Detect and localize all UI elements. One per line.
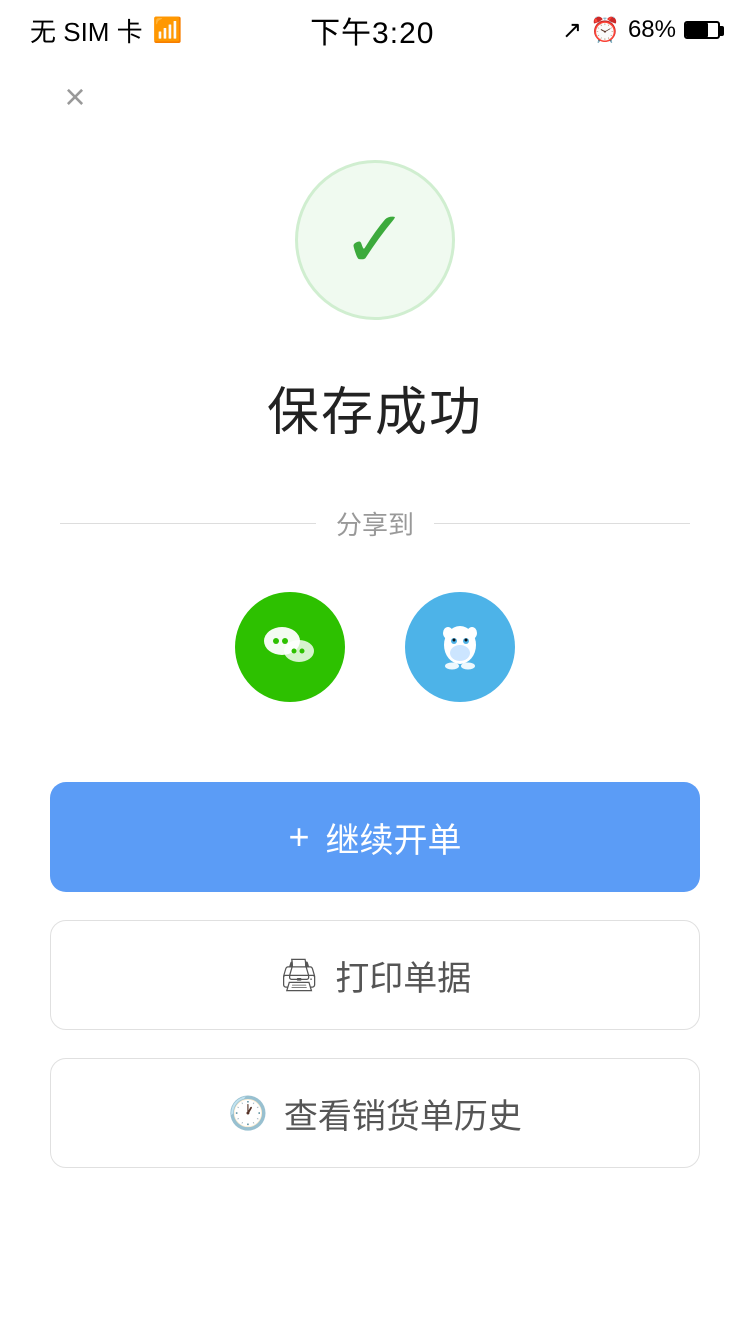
alarm-icon: ⏰: [590, 16, 620, 45]
checkmark-icon: ✓: [341, 200, 408, 280]
history-button[interactable]: 🕐 查看销货单历史: [50, 1058, 700, 1168]
history-label: 查看销货单历史: [284, 1089, 522, 1138]
battery-percent: 68%: [628, 16, 676, 44]
share-divider: 分享到: [0, 505, 750, 542]
divider-right: [434, 523, 690, 524]
success-title: 保存成功: [267, 370, 483, 445]
continue-button[interactable]: + 继续开单: [50, 782, 700, 892]
wifi-icon: 📶: [153, 16, 183, 45]
history-icon: 🕐: [228, 1094, 268, 1132]
continue-icon: +: [288, 816, 309, 858]
battery-icon: [684, 21, 720, 39]
continue-label: 继续开单: [326, 813, 462, 862]
print-label: 打印单据: [335, 951, 471, 1000]
status-left: 无 SIM 卡 📶: [30, 12, 183, 49]
action-buttons: + 继续开单 🖨 打印单据 🕐 查看销货单历史: [0, 782, 750, 1168]
print-button[interactable]: 🖨 打印单据: [50, 920, 700, 1030]
close-icon: ×: [64, 76, 85, 118]
qq-icon: [428, 615, 493, 680]
wechat-icon: [258, 615, 323, 680]
share-wechat-button[interactable]: [235, 592, 345, 702]
status-bar: 无 SIM 卡 📶 下午3:20 ↗ ⏰ 68%: [0, 0, 750, 60]
status-time: 下午3:20: [310, 8, 434, 52]
location-icon: ↗: [562, 16, 582, 45]
status-right: ↗ ⏰ 68%: [562, 16, 720, 45]
success-circle: ✓: [295, 160, 455, 320]
close-button[interactable]: ×: [50, 72, 100, 122]
sim-label: 无 SIM 卡: [30, 12, 143, 49]
print-icon: 🖨: [279, 956, 320, 994]
share-icons-row: [235, 592, 515, 702]
divider-left: [60, 523, 316, 524]
share-qq-button[interactable]: [405, 592, 515, 702]
share-label: 分享到: [316, 505, 434, 542]
main-content: ✓ 保存成功 分享到: [0, 60, 750, 1168]
